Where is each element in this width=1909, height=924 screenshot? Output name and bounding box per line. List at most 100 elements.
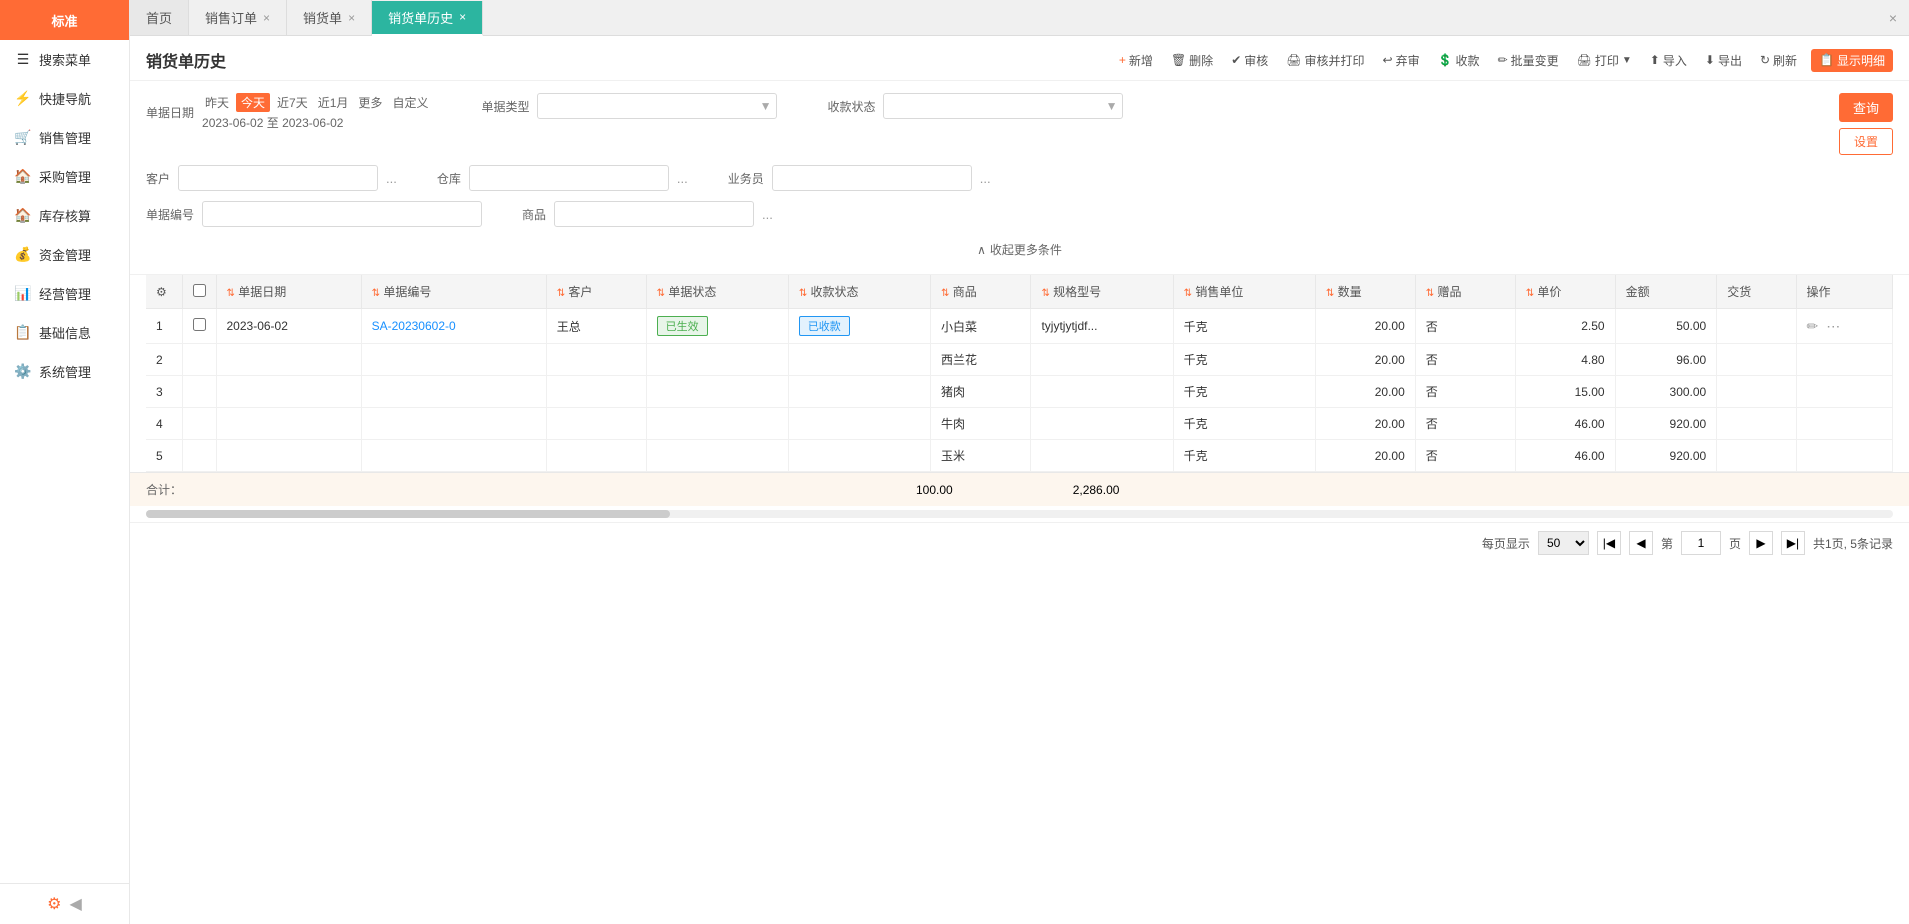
summary-row: 合计： 100.00 2,286.00	[130, 472, 1909, 506]
date-options: 昨天 今天 近7天 近1月 更多 自定义 2023-06-02 至 2023-0…	[202, 93, 431, 131]
tab-bar-close-all[interactable]: ×	[1877, 10, 1909, 26]
row-pay-status	[788, 344, 930, 376]
row-spec	[1031, 344, 1173, 376]
print-icon: 🖨	[1577, 53, 1592, 67]
date-opt-custom[interactable]: 自定义	[389, 93, 431, 112]
batch-change-btn[interactable]: ✏ 批量变更	[1494, 50, 1563, 71]
collapse-btn[interactable]: ∧ 收起更多条件	[146, 237, 1893, 262]
row-select[interactable]	[193, 318, 206, 331]
sidebar-item-purchase[interactable]: 🏠 采购管理	[0, 157, 129, 196]
date-opt-more[interactable]: 更多	[355, 93, 385, 112]
warehouse-input[interactable]	[469, 165, 669, 191]
sort-icon[interactable]: ⇅	[1041, 288, 1049, 299]
show-detail-btn[interactable]: 📋 显示明细	[1811, 49, 1893, 72]
tab-sales-order-close[interactable]: ×	[263, 11, 270, 25]
page-number-input[interactable]	[1681, 531, 1721, 555]
review-print-btn[interactable]: 🖨 审核并打印	[1282, 50, 1368, 71]
sort-icon[interactable]: ⇅	[1184, 288, 1192, 299]
sidebar-item-finance[interactable]: 💰 资金管理	[0, 235, 129, 274]
customer-ellipsis[interactable]: ...	[386, 171, 397, 186]
product-label: 商品	[522, 206, 546, 223]
chevron-up-icon: ∧	[977, 243, 986, 257]
page-size-select[interactable]: 50 100 200	[1538, 531, 1589, 555]
staff-input[interactable]	[772, 165, 972, 191]
sidebar-item-search-menu[interactable]: ☰ 搜索菜单	[0, 40, 129, 79]
row-checkbox[interactable]	[182, 344, 216, 376]
sidebar-settings-icon[interactable]: ⚙	[47, 894, 61, 914]
sidebar-item-quick-nav[interactable]: ⚡ 快捷导航	[0, 79, 129, 118]
doc-no-link[interactable]: SA-20230602-0	[372, 319, 456, 333]
sort-icon[interactable]: ⇅	[941, 288, 949, 299]
first-page-btn[interactable]: |◀	[1597, 531, 1621, 555]
tab-sale-history[interactable]: 销货单历史 ×	[372, 1, 483, 36]
sort-icon[interactable]: ⇅	[657, 288, 665, 299]
delete-btn[interactable]: 🗑 删除	[1167, 50, 1217, 71]
col-checkbox[interactable]	[182, 275, 216, 309]
sort-icon[interactable]: ⇅	[557, 288, 565, 299]
review-btn[interactable]: ✔ 审核	[1227, 50, 1272, 71]
date-opt-1month[interactable]: 近1月	[315, 93, 352, 112]
date-opt-yesterday[interactable]: 昨天	[202, 93, 232, 112]
col-doc-status: ⇅ 单据状态	[646, 275, 788, 309]
row-checkbox[interactable]	[182, 376, 216, 408]
col-setting[interactable]: ⚙	[146, 275, 182, 309]
customer-input[interactable]	[178, 165, 378, 191]
row-doc-status	[646, 408, 788, 440]
tab-sale-slip-close[interactable]: ×	[348, 11, 355, 25]
row-checkbox[interactable]	[182, 440, 216, 472]
tab-sales-order[interactable]: 销售订单 ×	[189, 0, 287, 35]
sidebar-item-inventory[interactable]: 🏠 库存核算	[0, 196, 129, 235]
print-btn[interactable]: 🖨 打印 ▼	[1573, 50, 1636, 71]
delete-icon: 🗑	[1171, 53, 1186, 67]
sort-icon[interactable]: ⇅	[1426, 288, 1434, 299]
setting-icon[interactable]: ⚙	[156, 285, 167, 299]
product-input[interactable]	[554, 201, 754, 227]
type-filter-input[interactable]	[537, 93, 777, 119]
scrollbar-thumb[interactable]	[146, 510, 670, 518]
sidebar: 标准 ☰ 搜索菜单 ⚡ 快捷导航 🛒 销售管理 🏠 采购管理 🏠 库存核算 💰 …	[0, 0, 130, 924]
tab-sale-history-close[interactable]: ×	[459, 10, 466, 24]
sidebar-item-basic-info[interactable]: 📋 基础信息	[0, 313, 129, 352]
row-date: 2023-06-02	[216, 309, 361, 344]
row-action: ✏ ⋯	[1796, 309, 1892, 344]
doc-no-input[interactable]	[202, 201, 482, 227]
next-page-btn[interactable]: ▶	[1749, 531, 1773, 555]
abandon-btn[interactable]: ↩ 弃审	[1379, 50, 1424, 71]
more-icon[interactable]: ⋯	[1826, 318, 1840, 335]
row-checkbox[interactable]	[182, 309, 216, 344]
last-page-btn[interactable]: ▶|	[1781, 531, 1805, 555]
staff-ellipsis[interactable]: ...	[980, 171, 991, 186]
import-btn[interactable]: ⬆ 导入	[1646, 50, 1691, 71]
collect-btn[interactable]: 💲 收款	[1434, 50, 1484, 71]
date-opt-7days[interactable]: 近7天	[274, 93, 311, 112]
staff-filter-group: 业务员 ...	[728, 165, 991, 191]
sidebar-item-sales[interactable]: 🛒 销售管理	[0, 118, 129, 157]
sort-icon[interactable]: ⇅	[1526, 288, 1534, 299]
edit-icon[interactable]: ✏	[1807, 318, 1819, 335]
sort-icon[interactable]: ⇅	[1326, 288, 1334, 299]
pay-status-input[interactable]	[883, 93, 1123, 119]
warehouse-ellipsis[interactable]: ...	[677, 171, 688, 186]
row-checkbox[interactable]	[182, 408, 216, 440]
sidebar-collapse-icon[interactable]: ◀	[70, 894, 82, 914]
sidebar-bottom: ⚙ ◀	[0, 883, 129, 924]
query-button[interactable]: 查询	[1839, 93, 1893, 122]
prev-page-btn[interactable]: ◀	[1629, 531, 1653, 555]
export-btn[interactable]: ⬇ 导出	[1701, 50, 1746, 71]
pay-status-badge: 已收款	[799, 316, 850, 336]
sort-icon[interactable]: ⇅	[799, 288, 807, 299]
sidebar-item-system[interactable]: ⚙️ 系统管理	[0, 352, 129, 391]
product-ellipsis[interactable]: ...	[762, 207, 773, 222]
refresh-btn[interactable]: ↻ 刷新	[1756, 50, 1801, 71]
sort-icon[interactable]: ⇅	[227, 288, 235, 299]
settings-button[interactable]: 设置	[1839, 128, 1893, 155]
col-trade: 交货	[1717, 275, 1796, 309]
date-opt-today[interactable]: 今天	[236, 93, 270, 112]
sort-icon[interactable]: ⇅	[372, 288, 380, 299]
tab-sale-slip[interactable]: 销货单 ×	[287, 0, 372, 35]
sidebar-item-business[interactable]: 📊 经营管理	[0, 274, 129, 313]
select-all-checkbox[interactable]	[193, 284, 206, 297]
tab-home[interactable]: 首页	[130, 0, 189, 35]
inventory-icon: 🏠	[15, 208, 31, 224]
new-btn[interactable]: + 新增	[1115, 50, 1157, 71]
